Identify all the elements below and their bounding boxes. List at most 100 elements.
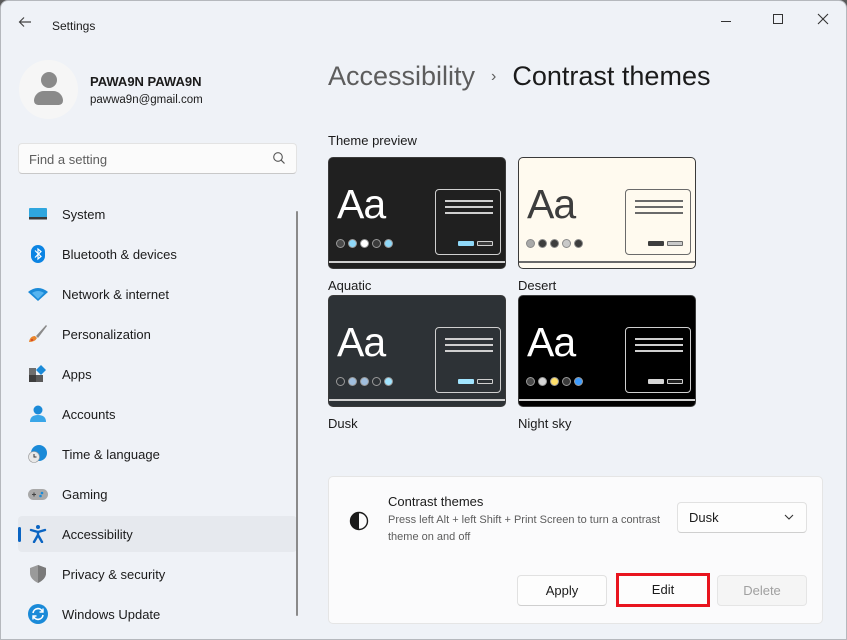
sidebar-scrollbar[interactable]: [296, 211, 298, 616]
sidebar-item-privacy-security[interactable]: Privacy & security: [18, 556, 297, 592]
user-email: pawwa9n@gmail.com: [90, 94, 203, 106]
preview-line: [635, 206, 683, 208]
theme-select-value: Dusk: [689, 510, 719, 525]
active-indicator: [18, 527, 21, 542]
back-button[interactable]: [15, 15, 35, 35]
theme-window-preview: [435, 189, 501, 255]
sidebar-item-label: Accounts: [62, 407, 116, 422]
card-title: Contrast themes: [388, 494, 484, 509]
title-bar: Settings: [1, 1, 846, 49]
sidebar-item-time-language[interactable]: Time & language: [18, 436, 297, 472]
close-button[interactable]: [803, 9, 843, 29]
preview-primary-button: [648, 379, 664, 384]
preview-secondary-button: [477, 241, 493, 246]
sidebar-item-label: Windows Update: [62, 607, 161, 622]
preview-line: [635, 200, 683, 202]
theme-color-dot: [526, 239, 535, 248]
theme-color-dot: [550, 377, 559, 386]
preview-line: [635, 212, 683, 214]
wifi-icon: [28, 288, 48, 301]
theme-color-dot: [550, 239, 559, 248]
sidebar-item-accessibility[interactable]: Accessibility: [18, 516, 297, 552]
sidebar-item-label: Gaming: [62, 487, 108, 502]
theme-card-desert[interactable]: Aa: [518, 157, 696, 269]
sidebar-item-gaming[interactable]: Gaming: [18, 476, 297, 512]
theme-sample-text: Aa: [337, 319, 386, 365]
preview-line: [445, 350, 493, 352]
preview-line: [635, 350, 683, 352]
sidebar-item-windows-update[interactable]: Windows Update: [18, 596, 297, 632]
theme-color-dot: [372, 239, 381, 248]
theme-name-aquatic: Aquatic: [328, 278, 372, 293]
theme-color-dot: [360, 239, 369, 248]
search-placeholder: Find a setting: [29, 152, 108, 167]
bluetooth-icon: [31, 245, 45, 263]
preview-primary-button: [458, 379, 474, 384]
breadcrumb-separator: ›: [491, 68, 497, 85]
theme-color-dot: [384, 239, 393, 248]
theme-color-dot: [336, 239, 345, 248]
theme-color-dots: [336, 239, 393, 249]
preview-line: [445, 344, 493, 346]
apply-button[interactable]: Apply: [517, 575, 607, 606]
sidebar-item-bluetooth[interactable]: Bluetooth & devices: [18, 236, 297, 272]
chevron-down-icon: [784, 514, 794, 520]
sidebar-item-label: Apps: [62, 367, 92, 382]
theme-card-aquatic[interactable]: Aa: [328, 157, 506, 269]
theme-sample-text: Aa: [337, 181, 386, 227]
avatar-head-icon: [41, 72, 57, 88]
preview-line: [445, 212, 493, 214]
theme-color-dot: [348, 377, 357, 386]
theme-color-dots: [526, 239, 583, 249]
search-input[interactable]: Find a setting: [18, 143, 297, 174]
preview-taskbar-line: [519, 399, 695, 401]
theme-sample-text: Aa: [527, 319, 576, 365]
preview-taskbar-line: [519, 261, 695, 263]
edit-button[interactable]: Edit: [616, 573, 710, 607]
search-icon[interactable]: [272, 151, 286, 165]
sidebar-item-personalization[interactable]: Personalization: [18, 316, 297, 352]
preview-primary-button: [458, 241, 474, 246]
minimize-button[interactable]: [706, 9, 746, 29]
theme-sample-text: Aa: [527, 181, 576, 227]
theme-color-dots: [526, 377, 583, 387]
sidebar-item-label: Network & internet: [62, 287, 169, 302]
sidebar-item-apps[interactable]: Apps: [18, 356, 297, 392]
sidebar-item-network[interactable]: Network & internet: [18, 276, 297, 312]
breadcrumb-parent[interactable]: Accessibility: [328, 61, 475, 91]
sidebar-item-label: Personalization: [62, 327, 151, 342]
sidebar-nav: System Bluetooth & devices Network & int…: [18, 196, 297, 636]
sidebar-item-label: Privacy & security: [62, 567, 166, 582]
shield-icon: [30, 565, 46, 583]
theme-card-dusk[interactable]: Aa: [328, 295, 506, 407]
avatar[interactable]: [19, 60, 78, 119]
preview-taskbar-line: [329, 261, 505, 263]
delete-button[interactable]: Delete: [717, 575, 807, 606]
preview-line: [445, 338, 493, 340]
preview-line: [445, 200, 493, 202]
preview-secondary-button: [667, 241, 683, 246]
sidebar-item-accounts[interactable]: Accounts: [18, 396, 297, 432]
preview-taskbar-line: [329, 399, 505, 401]
theme-window-preview: [625, 189, 691, 255]
theme-card-night-sky[interactable]: Aa: [518, 295, 696, 407]
brush-icon: [29, 325, 47, 342]
theme-window-preview: [435, 327, 501, 393]
contrast-themes-card: Contrast themes Press left Alt + left Sh…: [328, 476, 823, 624]
sidebar-item-label: System: [62, 207, 106, 222]
sidebar-item-label: Time & language: [62, 447, 160, 462]
theme-name-night-sky: Night sky: [518, 416, 572, 431]
sidebar-item-label: Accessibility: [62, 527, 133, 542]
theme-color-dot: [538, 239, 547, 248]
preview-primary-button: [648, 241, 664, 246]
theme-select[interactable]: Dusk: [677, 502, 807, 533]
sidebar-item-system[interactable]: System: [18, 196, 297, 232]
settings-window: Settings PAWA9N PAWA9N pawwa9n@gmail.com…: [0, 0, 847, 640]
theme-preview-label: Theme preview: [328, 133, 417, 148]
sidebar-item-label: Bluetooth & devices: [62, 247, 177, 262]
maximize-button[interactable]: [758, 9, 798, 29]
apps-icon: [29, 365, 46, 382]
maximize-icon: [773, 14, 783, 24]
preview-line: [445, 206, 493, 208]
breadcrumb: Accessibility › Contrast themes: [328, 61, 710, 92]
